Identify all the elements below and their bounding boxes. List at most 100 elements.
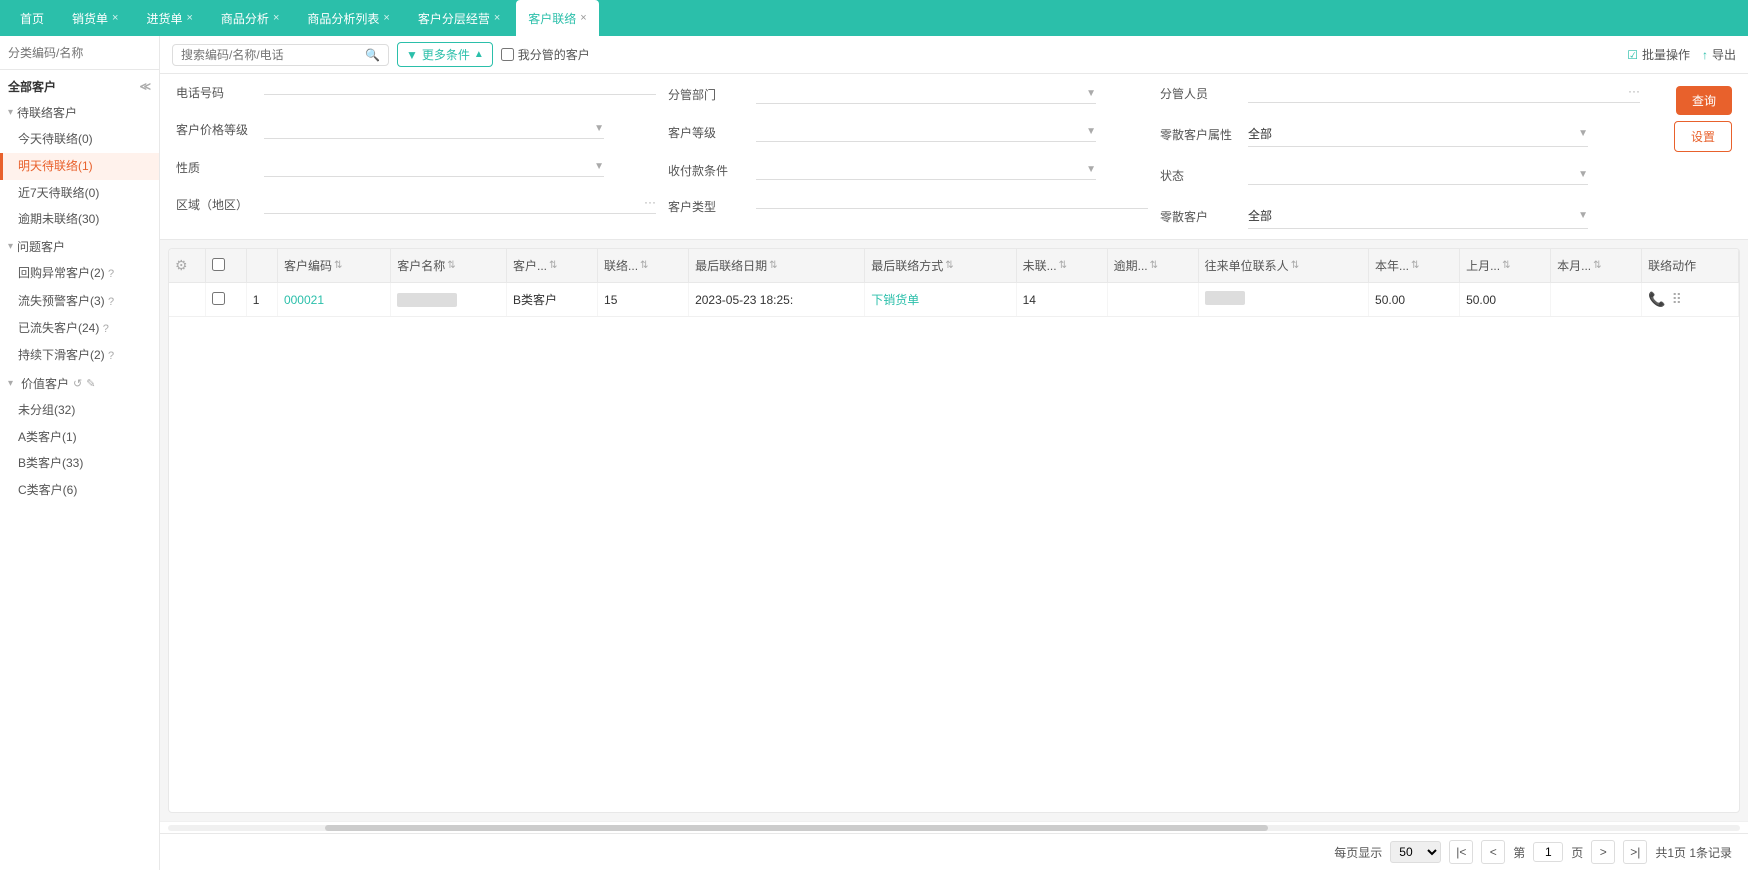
row-name[interactable]: Ea bbox=[391, 283, 507, 317]
sidebar-item-a-class[interactable]: A类客户(1) bbox=[0, 424, 159, 451]
filter-label-dept: 分管部门 bbox=[668, 86, 748, 103]
nav-home[interactable]: 首页 bbox=[8, 0, 56, 36]
sidebar-group-problem[interactable]: 问题客户 bbox=[0, 233, 159, 260]
th-overdue[interactable]: 逾期... ⇅ bbox=[1107, 249, 1198, 283]
value-group-edit-icon[interactable]: ✎ bbox=[86, 377, 95, 390]
sidebar-group-pending[interactable]: 待联络客户 bbox=[0, 99, 159, 126]
nav-tab-4[interactable]: 客户分层经营 × bbox=[406, 0, 512, 36]
filter-select-retail[interactable]: 全部 ▼ bbox=[1248, 203, 1588, 229]
sort-contacts-icon: ⇅ bbox=[640, 260, 648, 271]
search-icon[interactable]: 🔍 bbox=[365, 48, 380, 62]
nav-tab-close-1[interactable]: × bbox=[186, 12, 192, 24]
nav-tab-close-0[interactable]: × bbox=[112, 12, 118, 24]
search-input[interactable] bbox=[181, 48, 361, 62]
th-last-method[interactable]: 最后联络方式 ⇅ bbox=[865, 249, 1016, 283]
filter-select-payment[interactable]: ▼ bbox=[756, 160, 1096, 180]
per-page-select[interactable]: 10 20 50 100 bbox=[1390, 841, 1441, 863]
nav-tab-close-5[interactable]: × bbox=[580, 12, 586, 24]
filter-select-price-level[interactable]: ▼ bbox=[264, 119, 604, 139]
prev-page-btn[interactable]: < bbox=[1481, 840, 1505, 864]
gear-settings-icon[interactable]: ⚙ bbox=[175, 257, 188, 273]
scrollbar-thumb[interactable] bbox=[325, 825, 1268, 831]
nav-tab-1[interactable]: 进货单 × bbox=[134, 0, 204, 36]
horizontal-scrollbar[interactable] bbox=[160, 821, 1748, 833]
th-name[interactable]: 客户名称 ⇅ bbox=[391, 249, 507, 283]
filter-select-nature[interactable]: ▼ bbox=[264, 157, 604, 177]
th-code[interactable]: 客户编码 ⇅ bbox=[277, 249, 390, 283]
filter-select-customer-level[interactable]: ▼ bbox=[756, 122, 1096, 142]
th-unit-contact[interactable]: 往来单位联系人 ⇅ bbox=[1198, 249, 1368, 283]
th-this-year[interactable]: 本年... ⇅ bbox=[1369, 249, 1460, 283]
row-last-method[interactable]: 下销货单 bbox=[865, 283, 1016, 317]
filter-label-retail-attr: 零散客户属性 bbox=[1160, 126, 1240, 143]
select-all-checkbox[interactable] bbox=[212, 258, 225, 271]
sidebar-item-c-class[interactable]: C类客户(6) bbox=[0, 477, 159, 504]
th-not-contacted[interactable]: 未联... ⇅ bbox=[1016, 249, 1107, 283]
my-customers-checkbox[interactable]: 我分管的客户 bbox=[501, 46, 590, 63]
sidebar-item-today[interactable]: 今天待联络(0) bbox=[0, 126, 159, 153]
th-checkbox bbox=[205, 249, 246, 283]
sidebar-group-problem-label: 问题客户 bbox=[17, 238, 65, 255]
sidebar-item-repurchase-abnormal[interactable]: 回购异常客户(2) ? bbox=[0, 260, 159, 287]
action-phone-icon[interactable]: 📞 bbox=[1648, 291, 1665, 308]
nav-tab-3[interactable]: 商品分析列表 × bbox=[295, 0, 401, 36]
sidebar-all-customers[interactable]: 全部客户 ≪ bbox=[0, 70, 159, 99]
nav-tab-0[interactable]: 销货单 × bbox=[60, 0, 130, 36]
sidebar-search-input[interactable] bbox=[8, 46, 160, 60]
filter-customer-type[interactable] bbox=[756, 204, 1148, 209]
per-page-label: 每页显示 bbox=[1334, 844, 1382, 861]
query-button[interactable]: 查询 bbox=[1676, 86, 1732, 115]
th-contacts[interactable]: 联络... ⇅ bbox=[598, 249, 689, 283]
nav-tab-label-1: 进货单 bbox=[146, 10, 182, 27]
filter-select-retail-attr[interactable]: 全部 ▼ bbox=[1248, 121, 1588, 147]
sidebar-item-b-class[interactable]: B类客户(33) bbox=[0, 450, 159, 477]
customer-code-link[interactable]: 000021 bbox=[284, 293, 324, 307]
nav-tab-5[interactable]: 客户联络 × bbox=[516, 0, 598, 36]
row-code[interactable]: 000021 bbox=[277, 283, 390, 317]
last-page-btn[interactable]: >| bbox=[1623, 840, 1647, 864]
filter-row-2-col2: 客户等级 ▼ bbox=[668, 122, 1148, 142]
next-page-btn[interactable]: > bbox=[1591, 840, 1615, 864]
th-last-month[interactable]: 上月... ⇅ bbox=[1460, 249, 1551, 283]
sidebar-item-declining[interactable]: 持续下滑客户(2) ? bbox=[0, 342, 159, 369]
batch-icon: ☑ bbox=[1627, 48, 1638, 62]
filter-select-dept[interactable]: ▼ bbox=[756, 84, 1096, 104]
table-row: 1 000021 Ea B类客户 15 bbox=[169, 283, 1739, 317]
filter-input-phone[interactable] bbox=[264, 90, 656, 95]
my-customers-check[interactable] bbox=[501, 48, 514, 61]
sidebar-item-churned[interactable]: 已流失客户(24) ? bbox=[0, 315, 159, 342]
manager-dots[interactable]: ··· bbox=[1628, 84, 1640, 98]
row-select-checkbox[interactable] bbox=[212, 292, 225, 305]
sidebar-group-value[interactable]: 价值客户 ↺ ✎ bbox=[0, 370, 159, 397]
filter-region[interactable]: ··· bbox=[264, 195, 656, 214]
th-last-date[interactable]: 最后联络日期 ⇅ bbox=[689, 249, 865, 283]
sidebar-item-7days[interactable]: 近7天待联络(0) bbox=[0, 180, 159, 207]
value-group-refresh-icon[interactable]: ↺ bbox=[73, 377, 82, 390]
nav-tab-close-4[interactable]: × bbox=[494, 12, 500, 24]
filter-manager[interactable]: ··· bbox=[1248, 84, 1640, 103]
th-this-month[interactable]: 本月... ⇅ bbox=[1551, 249, 1642, 283]
nav-tab-2[interactable]: 商品分析 × bbox=[209, 0, 291, 36]
export-btn[interactable]: ↑ 导出 bbox=[1702, 46, 1736, 63]
sidebar: 🔍 全部客户 ≪ 待联络客户 今天待联络(0) 明天待联络(1) 近7天待联络(… bbox=[0, 36, 160, 870]
filter-label-customer-type: 客户类型 bbox=[668, 198, 748, 215]
sidebar-item-churn-warning[interactable]: 流失预警客户(3) ? bbox=[0, 288, 159, 315]
batch-operation-btn[interactable]: ☑ 批量操作 bbox=[1627, 46, 1690, 63]
retail-attr-chevron: ▼ bbox=[1578, 128, 1588, 139]
nav-tab-close-3[interactable]: × bbox=[383, 12, 389, 24]
table-body: 1 000021 Ea B类客户 15 bbox=[169, 283, 1739, 317]
first-page-btn[interactable]: |< bbox=[1449, 840, 1473, 864]
sidebar-item-overdue[interactable]: 逾期未联络(30) bbox=[0, 206, 159, 233]
page-input[interactable] bbox=[1533, 842, 1563, 862]
row-last-date: 2023-05-23 18:25: bbox=[689, 283, 865, 317]
sidebar-item-ungrouped[interactable]: 未分组(32) bbox=[0, 397, 159, 424]
filter-select-status[interactable]: ▼ bbox=[1248, 165, 1588, 185]
region-dots[interactable]: ··· bbox=[644, 195, 656, 209]
filter-btn[interactable]: ▼ 更多条件 ▲ bbox=[397, 42, 493, 67]
th-type[interactable]: 客户... ⇅ bbox=[506, 249, 597, 283]
settings-button[interactable]: 设置 bbox=[1674, 121, 1732, 152]
nav-tab-close-2[interactable]: × bbox=[273, 12, 279, 24]
sidebar-item-tomorrow[interactable]: 明天待联络(1) bbox=[0, 153, 159, 180]
last-method-link[interactable]: 下销货单 bbox=[871, 293, 919, 307]
action-menu-icon[interactable]: ⠿ bbox=[1672, 291, 1682, 308]
